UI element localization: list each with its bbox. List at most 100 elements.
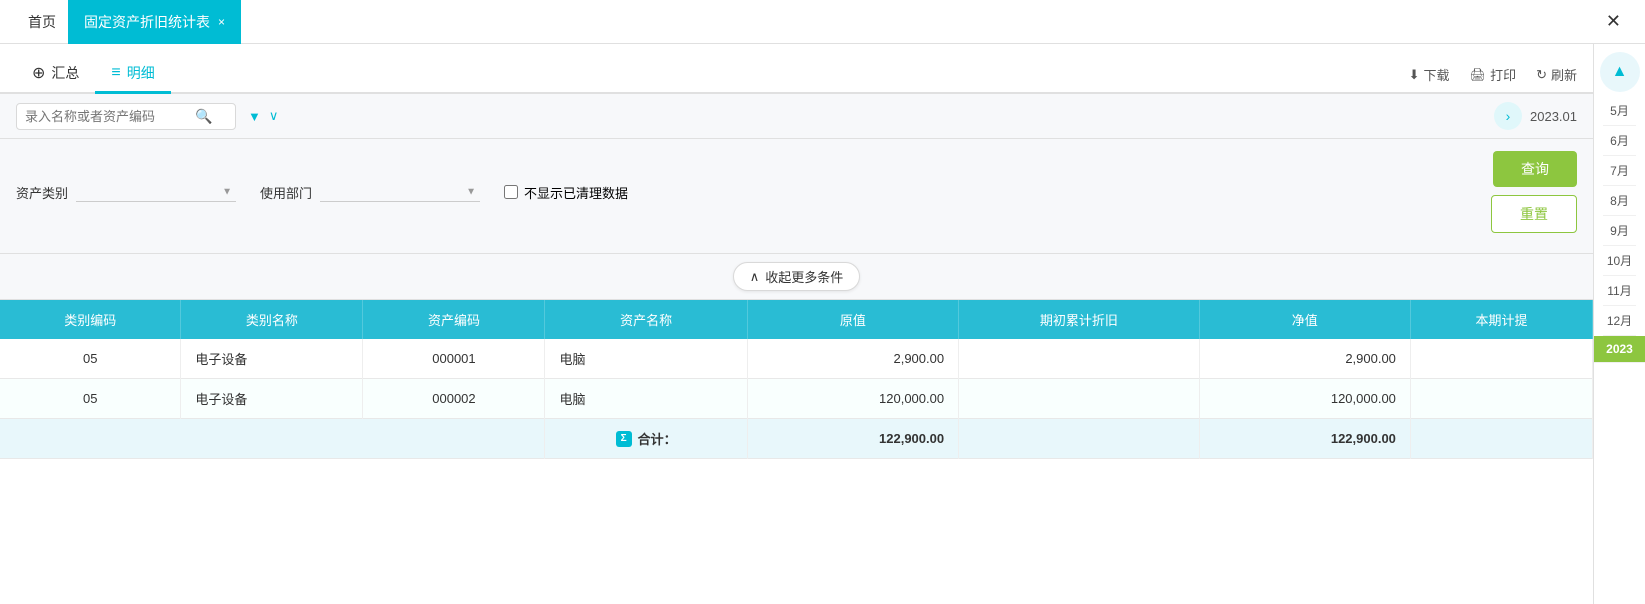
tab-summary[interactable]: ⊕ 汇总: [16, 55, 95, 94]
summary-row: Σ合计： 122,900.00 122,900.00: [0, 419, 1593, 459]
nav-tab-active[interactable]: 固定资产折旧统计表 ×: [68, 0, 241, 44]
nav-tab-label: 固定资产折旧统计表: [84, 12, 210, 32]
filter-bar: 🔍 ▼ ∨ › 2023.01: [0, 94, 1593, 139]
summary-accumulated-depreciation: [959, 419, 1199, 459]
cell-category-name: 电子设备: [181, 379, 363, 419]
sidebar-month-item[interactable]: 9月: [1603, 216, 1636, 246]
right-sidebar: ▲ 5月6月7月8月9月10月11月12月 2023: [1593, 44, 1645, 604]
collapse-label: 收起更多条件: [765, 267, 843, 286]
cell-category-name: 电子设备: [181, 339, 363, 379]
tab-summary-label: 汇总: [51, 63, 79, 83]
query-button[interactable]: 查询: [1493, 151, 1577, 187]
cell-net-value: 120,000.00: [1199, 379, 1410, 419]
year-badge[interactable]: 2023: [1594, 336, 1645, 363]
nav-home[interactable]: 首页: [16, 12, 68, 32]
summary-icon: ⊕: [32, 63, 45, 83]
department-label: 使用部门: [260, 183, 312, 202]
cell-asset-name: 电脑: [545, 379, 747, 419]
filter-asset-category: 资产类别 ▼: [16, 182, 236, 202]
summary-current-depreciation: [1410, 419, 1592, 459]
col-net-value: 净值: [1199, 300, 1410, 339]
collapse-bar: ∧ 收起更多条件: [0, 254, 1593, 300]
sidebar-month-item[interactable]: 10月: [1603, 246, 1636, 276]
download-label: 下载: [1424, 65, 1450, 84]
filter-actions: 查询 重置: [1491, 151, 1577, 233]
date-label: 2023.01: [1530, 109, 1577, 124]
col-category-name: 类别名称: [181, 300, 363, 339]
summary-original-value: 122,900.00: [747, 419, 958, 459]
table-wrap: 类别编码 类别名称 资产编码 资产名称 原值 期初累计折旧 净值 本期计提 05…: [0, 300, 1593, 604]
main-panel: ⊕ 汇总 ≡ 明细 ⬇ 下载 🖨 打印 ↻ 刷新: [0, 44, 1593, 604]
summary-net-value: 122,900.00: [1199, 419, 1410, 459]
cell-asset-code: 000001: [363, 339, 545, 379]
reset-button[interactable]: 重置: [1491, 195, 1577, 233]
tab-detail-label: 明细: [127, 63, 155, 83]
asset-category-select-wrap: ▼: [76, 182, 236, 202]
date-nav-button[interactable]: ›: [1494, 102, 1522, 130]
cell-asset-name: 电脑: [545, 339, 747, 379]
sidebar-month-item[interactable]: 7月: [1603, 156, 1636, 186]
cell-original-value: 120,000.00: [747, 379, 958, 419]
department-select[interactable]: [320, 182, 480, 202]
print-label: 打印: [1490, 65, 1516, 84]
col-accumulated-depreciation: 期初累计折旧: [959, 300, 1199, 339]
sidebar-month-item[interactable]: 6月: [1603, 126, 1636, 156]
search-input[interactable]: [25, 109, 195, 124]
sub-tabs-bar: ⊕ 汇总 ≡ 明细 ⬇ 下载 🖨 打印 ↻ 刷新: [0, 44, 1593, 94]
download-button[interactable]: ⬇ 下载: [1409, 65, 1450, 84]
cell-net-value: 2,900.00: [1199, 339, 1410, 379]
asset-category-label: 资产类别: [16, 183, 68, 202]
sidebar-up-button[interactable]: ▲: [1600, 52, 1640, 92]
cell-category-code: 05: [0, 379, 181, 419]
summary-label: Σ合计：: [545, 419, 747, 459]
hide-cleared-wrap: 不显示已清理数据: [504, 183, 628, 202]
cell-current-depreciation: [1410, 339, 1592, 379]
data-table: 类别编码 类别名称 资产编码 资产名称 原值 期初累计折旧 净值 本期计提 05…: [0, 300, 1593, 459]
chevron-down-icon: ∨: [269, 108, 279, 124]
month-list: 5月6月7月8月9月10月11月12月: [1603, 96, 1636, 336]
col-asset-code: 资产编码: [363, 300, 545, 339]
table-header-row: 类别编码 类别名称 资产编码 资产名称 原值 期初累计折旧 净值 本期计提: [0, 300, 1593, 339]
cell-current-depreciation: [1410, 379, 1592, 419]
download-icon: ⬇: [1409, 67, 1420, 83]
print-icon: 🖨: [1470, 67, 1487, 83]
top-nav: 首页 固定资产折旧统计表 × ✕: [0, 0, 1645, 44]
print-button[interactable]: 🖨 打印: [1470, 65, 1517, 84]
col-original-value: 原值: [747, 300, 958, 339]
close-window-button[interactable]: ✕: [1598, 11, 1629, 32]
col-asset-name: 资产名称: [545, 300, 747, 339]
department-select-wrap: ▼: [320, 182, 480, 202]
collapse-button[interactable]: ∧ 收起更多条件: [733, 262, 861, 291]
filter-row-1: 资产类别 ▼ 使用部门 ▼: [16, 151, 1577, 233]
collapse-icon: ∧: [750, 269, 760, 285]
table-row[interactable]: 05 电子设备 000001 电脑 2,900.00 2,900.00: [0, 339, 1593, 379]
content-area: ⊕ 汇总 ≡ 明细 ⬇ 下载 🖨 打印 ↻ 刷新: [0, 44, 1645, 604]
cell-accumulated-depreciation: [959, 379, 1199, 419]
sum-icon: Σ: [616, 431, 632, 447]
refresh-button[interactable]: ↻ 刷新: [1536, 65, 1577, 84]
more-filters-button[interactable]: ▼ ∨: [248, 108, 278, 124]
tab-detail[interactable]: ≡ 明细: [95, 55, 170, 94]
filter-icon: ▼: [248, 109, 261, 124]
refresh-label: 刷新: [1551, 65, 1577, 84]
col-current-depreciation: 本期计提: [1410, 300, 1592, 339]
hide-cleared-label: 不显示已清理数据: [524, 183, 628, 202]
cell-category-code: 05: [0, 339, 181, 379]
cell-original-value: 2,900.00: [747, 339, 958, 379]
table-row[interactable]: 05 电子设备 000002 电脑 120,000.00 120,000.00: [0, 379, 1593, 419]
cell-accumulated-depreciation: [959, 339, 1199, 379]
search-input-wrap: 🔍: [16, 103, 236, 130]
filter-department: 使用部门 ▼: [260, 182, 480, 202]
hide-cleared-checkbox[interactable]: [504, 185, 518, 199]
sidebar-month-item[interactable]: 11月: [1603, 276, 1636, 306]
sidebar-month-item[interactable]: 12月: [1603, 306, 1636, 336]
asset-category-select[interactable]: [76, 182, 236, 202]
cell-asset-code: 000002: [363, 379, 545, 419]
sidebar-month-item[interactable]: 5月: [1603, 96, 1636, 126]
toolbar-right: ⬇ 下载 🖨 打印 ↻ 刷新: [1409, 65, 1577, 92]
sidebar-month-item[interactable]: 8月: [1603, 186, 1636, 216]
advanced-filters: 资产类别 ▼ 使用部门 ▼: [0, 139, 1593, 254]
col-category-code: 类别编码: [0, 300, 181, 339]
detail-icon: ≡: [111, 64, 120, 82]
close-tab-icon[interactable]: ×: [218, 15, 225, 29]
